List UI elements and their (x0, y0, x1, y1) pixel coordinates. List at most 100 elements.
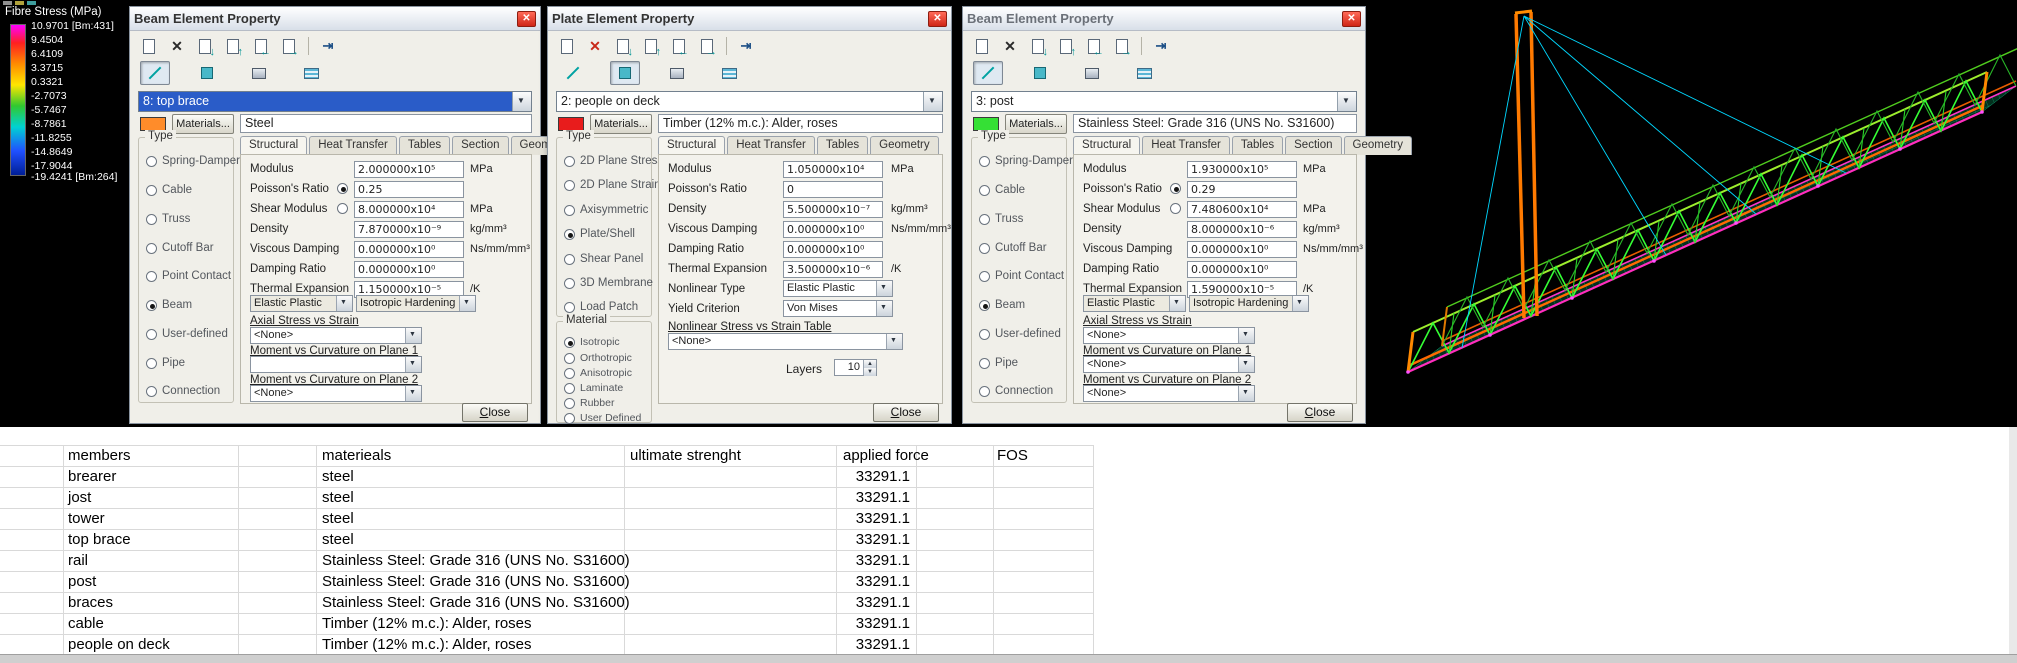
type-option-spring-damper[interactable]: Spring-Damper (979, 155, 1073, 167)
chevron-down-icon[interactable] (1292, 296, 1308, 311)
type-option-3d-membrane[interactable]: 3D Membrane (564, 277, 653, 289)
arrow-down-icon[interactable]: ▼ (864, 368, 876, 376)
cell-applied-force[interactable]: 33291.1 (770, 508, 910, 529)
damping-ratio-input[interactable]: 0.000000x10⁰ (1187, 261, 1297, 278)
chevron-down-icon[interactable] (405, 328, 421, 343)
cell-member[interactable]: brearer (68, 466, 116, 487)
chevron-down-icon[interactable] (1337, 92, 1356, 111)
ply-elements-toggle[interactable] (296, 61, 326, 85)
tab-structural[interactable]: Structural (1073, 136, 1141, 155)
property-selector[interactable]: 2: people on deck (556, 91, 943, 112)
assign-button[interactable]: ⇥ (315, 35, 341, 58)
type-option-cable[interactable]: Cable (979, 184, 1025, 196)
tab-structural[interactable]: Structural (240, 136, 308, 155)
delete-property-button[interactable] (582, 35, 608, 58)
materials-button[interactable]: Materials... (590, 114, 652, 134)
dialog-titlebar[interactable]: Plate Element Property (548, 7, 951, 31)
cell-applied-force[interactable]: 33291.1 (770, 529, 910, 550)
cell-member[interactable]: jost (68, 487, 91, 508)
cell-material[interactable]: steel (322, 508, 354, 529)
tab-tables[interactable]: Tables (816, 136, 869, 155)
chevron-down-icon[interactable] (1238, 328, 1254, 343)
modulus-input[interactable]: 1.930000x10⁵ (1187, 161, 1297, 178)
import-button[interactable]: ← (248, 35, 274, 58)
shear-modulus-input[interactable]: 8.000000x10⁴ (354, 201, 464, 218)
cell-applied-force[interactable]: 33291.1 (770, 634, 910, 655)
type-option-beam[interactable]: Beam (146, 299, 192, 311)
ply-elements-toggle[interactable] (1129, 61, 1159, 85)
assign-button[interactable]: ⇥ (733, 35, 759, 58)
export-button[interactable]: → (694, 35, 720, 58)
horizontal-scrollbar[interactable] (0, 654, 2017, 663)
chevron-down-icon[interactable] (1169, 296, 1185, 311)
plate-elements-toggle[interactable] (610, 61, 640, 85)
nonlinear-table-dropdown[interactable]: <None> (668, 333, 903, 350)
chevron-down-icon[interactable] (886, 334, 902, 349)
cell-member[interactable]: tower (68, 508, 105, 529)
nonlinear-model-dropdown[interactable]: Elastic Plastic (250, 295, 353, 312)
delete-property-button[interactable] (164, 35, 190, 58)
modulus-input[interactable]: 2.000000x10⁵ (354, 161, 464, 178)
cell-member[interactable]: braces (68, 592, 113, 613)
beam-elements-toggle[interactable] (558, 61, 588, 85)
chevron-down-icon[interactable] (512, 92, 531, 111)
cell-member[interactable]: people on deck (68, 634, 170, 655)
cell-material[interactable]: steel (322, 529, 354, 550)
hardening-dropdown[interactable]: Isotropic Hardening (1189, 295, 1309, 312)
assign-button[interactable]: ⇥ (1148, 35, 1174, 58)
material-option-isotropic[interactable]: Isotropic (564, 336, 620, 348)
nonlinear-model-dropdown[interactable]: Elastic Plastic (1083, 295, 1186, 312)
type-option-beam[interactable]: Beam (979, 299, 1025, 311)
material-name-field[interactable]: Steel (240, 114, 532, 133)
material-name-field[interactable]: Timber (12% m.c.): Alder, roses (658, 114, 943, 133)
cell-material[interactable]: Stainless Steel: Grade 316 (UNS No. S316… (322, 571, 630, 592)
poisson-input[interactable]: 0.25 (354, 181, 464, 198)
chevron-down-icon[interactable] (1238, 357, 1254, 372)
cell-applied-force[interactable]: 33291.1 (770, 550, 910, 571)
moment-curvature-plane1-dropdown[interactable]: <None> (1083, 356, 1255, 373)
property-color-swatch[interactable] (140, 117, 166, 131)
chevron-down-icon[interactable] (876, 281, 892, 296)
property-color-swatch[interactable] (973, 117, 999, 131)
import-button[interactable]: ← (666, 35, 692, 58)
type-option-2d-plane-stress[interactable]: 2D Plane Stress (564, 155, 663, 167)
poisson-input[interactable]: 0.29 (1187, 181, 1297, 198)
cell-member[interactable]: rail (68, 550, 88, 571)
copy-out-button[interactable]: ↑ (220, 35, 246, 58)
material-option-user-defined[interactable]: User Defined (564, 412, 641, 424)
chevron-down-icon[interactable] (876, 301, 892, 316)
export-button[interactable]: → (1109, 35, 1135, 58)
header-materials[interactable]: materieals (322, 445, 391, 466)
moment-curvature-plane2-dropdown[interactable]: <None> (1083, 385, 1255, 402)
cell-material[interactable]: Timber (12% m.c.): Alder, roses (322, 634, 532, 655)
arrow-up-icon[interactable]: ▲ (864, 360, 876, 368)
viscous-damping-input[interactable]: 0.000000x10⁰ (1187, 241, 1297, 258)
viscous-damping-input[interactable]: 0.000000x10⁰ (783, 221, 883, 238)
close-icon[interactable] (928, 10, 947, 27)
moment-curvature-plane1-dropdown[interactable] (250, 356, 422, 373)
cell-member[interactable]: cable (68, 613, 104, 634)
new-property-button[interactable] (554, 35, 580, 58)
header-ultimate[interactable]: ultimate strenght (630, 445, 741, 466)
type-option-pipe[interactable]: Pipe (146, 357, 185, 369)
poisson-radio[interactable] (337, 183, 348, 194)
chevron-down-icon[interactable] (405, 386, 421, 401)
header-fos[interactable]: FOS (997, 445, 1028, 466)
close-button[interactable]: Close (462, 403, 528, 422)
type-option-plate-shell[interactable]: Plate/Shell (564, 228, 635, 240)
close-icon[interactable] (1342, 10, 1361, 27)
ply-elements-toggle[interactable] (714, 61, 744, 85)
copy-in-button[interactable]: ↓ (192, 35, 218, 58)
modulus-input[interactable]: 1.050000x10⁴ (783, 161, 883, 178)
poisson-radio[interactable] (1170, 183, 1181, 194)
axial-stress-strain-dropdown[interactable]: <None> (1083, 327, 1255, 344)
beam-elements-toggle[interactable] (973, 61, 1003, 85)
brick-elements-toggle[interactable] (244, 61, 274, 85)
material-option-rubber[interactable]: Rubber (564, 397, 614, 409)
cell-material[interactable]: Stainless Steel: Grade 316 (UNS No. S316… (322, 592, 630, 613)
type-option-cable[interactable]: Cable (146, 184, 192, 196)
property-color-swatch[interactable] (558, 117, 584, 131)
dialog-titlebar[interactable]: Beam Element Property (963, 7, 1365, 31)
moment-curvature-plane2-dropdown[interactable]: <None> (250, 385, 422, 402)
type-option-cutoff-bar[interactable]: Cutoff Bar (979, 242, 1047, 254)
